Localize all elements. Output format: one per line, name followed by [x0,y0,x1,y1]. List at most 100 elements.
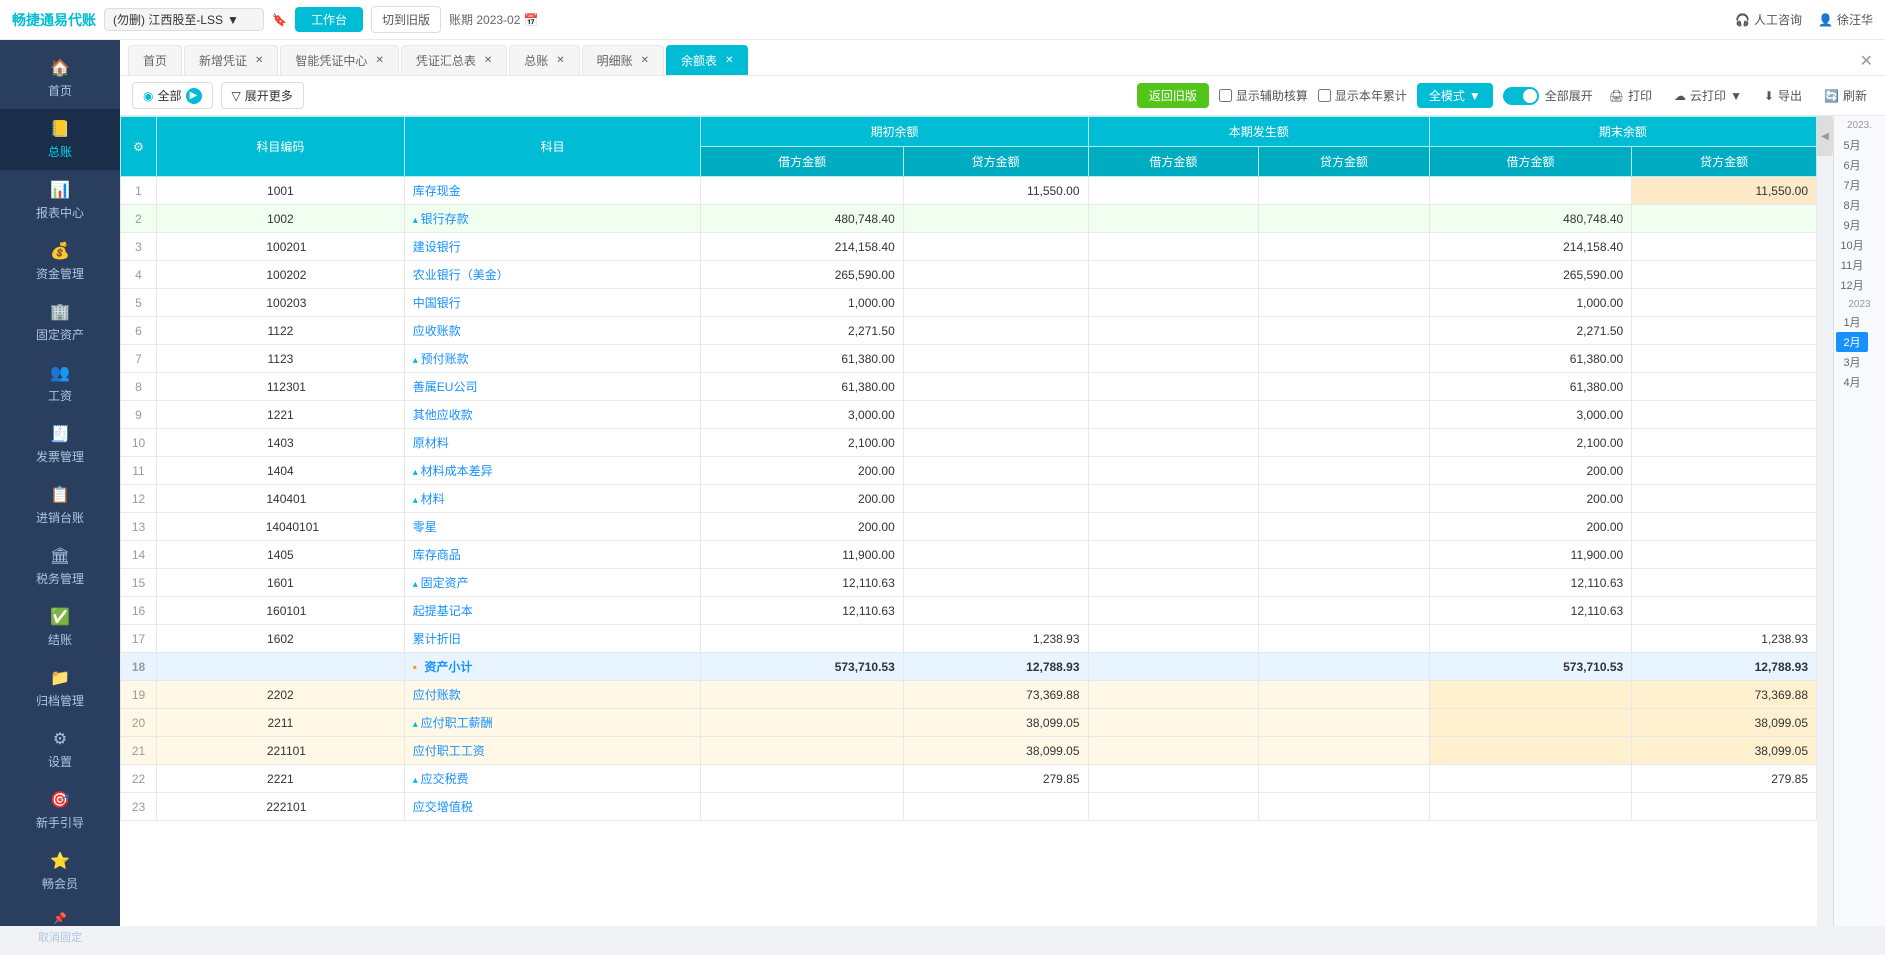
row-eb-credit [1632,289,1817,317]
month-12-prev[interactable]: 12月 [1836,275,1868,295]
row-ob-debit: 12,110.63 [701,569,903,597]
row-name: 应付职工工资 [404,737,701,765]
month-11-prev[interactable]: 11月 [1836,255,1868,275]
filter-arrow-icon: ▶ [186,88,202,104]
row-cp-credit [1259,541,1430,569]
month-6-prev[interactable]: 6月 [1836,155,1868,175]
sidebar-archive-label: 归档管理 [36,692,84,709]
full-style-button[interactable]: 全模式 ▼ [1417,83,1493,108]
bookmark-icon[interactable]: 🔖 [272,13,287,27]
month-7-prev[interactable]: 7月 [1836,175,1868,195]
sidebar-item-reports[interactable]: 📊 报表中心 [0,170,120,231]
user-label: 徐汪华 [1837,11,1873,28]
row-code: 1602 [157,625,405,653]
row-ob-credit [903,793,1088,821]
content-area: 首页 新增凭证 ✕ 智能凭证中心 ✕ 凭证汇总表 ✕ 总账 ✕ 明细账 ✕ [120,40,1885,926]
table-wrapper: ⚙ 科目编码 科目 期初余额 本期发生额 期末余额 借方金额 贷方金额 借方金额… [120,116,1817,926]
sidebar-item-tax[interactable]: 🏛 税务管理 [0,536,120,597]
eb-header: 期末余额 [1429,117,1816,147]
workbench-button[interactable]: 工作台 [295,7,363,32]
expand-button[interactable]: ▽ 展开更多 [221,82,304,109]
service-icon: 🎧 [1735,13,1750,27]
print-button[interactable]: 🖨 打印 [1603,85,1658,106]
sidebar-item-archive[interactable]: 📁 归档管理 [0,658,120,719]
row-no: 1 [121,177,157,205]
row-cp-credit [1259,793,1430,821]
filter-all-button[interactable]: ◉ 全部 ▶ [132,82,213,109]
expand-all-toggle[interactable]: 全部展开 [1503,87,1593,105]
row-eb-credit [1632,429,1817,457]
sidebar-item-home[interactable]: 🏠 首页 [0,48,120,109]
sidebar-item-member[interactable]: ⭐ 畅会员 [0,841,120,902]
tab-new-voucher[interactable]: 新增凭证 ✕ [184,45,278,75]
row-code: 1403 [157,429,405,457]
return-old-version-button[interactable]: 返回旧版 [1137,83,1209,108]
show-aux-input[interactable] [1219,89,1232,102]
row-eb-credit: 1,238.93 [1632,625,1817,653]
sidebar-item-ledger[interactable]: 📒 总账 [0,109,120,170]
sidebar-item-invoices[interactable]: 🧾 发票管理 [0,414,120,475]
month-9-prev[interactable]: 9月 [1836,215,1868,235]
user-service[interactable]: 🎧 人工咨询 [1735,11,1802,28]
tab-voucher-summary[interactable]: 凭证汇总表 ✕ [401,45,507,75]
tab-balance-sheet-close[interactable]: ✕ [725,55,733,66]
row-cp-debit [1088,653,1259,681]
cloud-print-button[interactable]: ☁ 云打印 ▼ [1668,85,1748,106]
month-10-prev[interactable]: 10月 [1836,235,1868,255]
tab-new-voucher-close[interactable]: ✕ [255,55,263,66]
row-no: 15 [121,569,157,597]
sidebar-item-closing[interactable]: ✅ 结账 [0,597,120,658]
month-5-prev[interactable]: 5月 [1836,135,1868,155]
month-2[interactable]: 2月 [1836,332,1868,352]
sidebar-item-assets[interactable]: 🏢 固定资产 [0,292,120,353]
row-ob-debit: 2,100.00 [701,429,903,457]
row-name: 建设银行 [404,233,701,261]
tab-close-all[interactable]: ✕ [1856,47,1877,75]
tab-voucher-summary-close[interactable]: ✕ [484,55,492,66]
sidebar-item-settings[interactable]: ⚙ 设置 [0,719,120,780]
month-4[interactable]: 4月 [1836,372,1868,392]
row-eb-debit: 12,110.63 [1429,569,1631,597]
refresh-button[interactable]: 🔄 刷新 [1818,85,1873,106]
sidebar-item-funds[interactable]: 💰 资金管理 [0,231,120,292]
row-name: 应交增值税 [404,793,701,821]
show-aux-checkbox[interactable]: 显示辅助核算 [1219,87,1308,104]
company-selector[interactable]: (勿删) 江西股至-LSS ▼ [104,8,264,31]
old-version-button[interactable]: 切到旧版 [371,6,441,33]
row-ob-credit [903,597,1088,625]
tab-detail-ledger-close[interactable]: ✕ [641,55,649,66]
expand-all-switch[interactable] [1503,87,1539,105]
month-1[interactable]: 1月 [1836,312,1868,332]
filter-radio-icon: ◉ [143,89,153,103]
row-eb-credit [1632,485,1817,513]
sidebar-item-unfix[interactable]: 📌 取消固定 [0,902,120,955]
row-eb-credit [1632,597,1817,625]
row-no: 9 [121,401,157,429]
month-8-prev[interactable]: 8月 [1836,195,1868,215]
tab-balance-sheet[interactable]: 余额表 ✕ [666,45,748,75]
row-ob-debit: 61,380.00 [701,345,903,373]
row-no: 6 [121,317,157,345]
tab-detail-ledger[interactable]: 明细账 ✕ [582,45,664,75]
show-ytd-checkbox[interactable]: 显示本年累计 [1318,87,1407,104]
row-ob-credit [903,373,1088,401]
user-name[interactable]: 👤 徐汪华 [1818,11,1873,28]
tab-smart-voucher[interactable]: 智能凭证中心 ✕ [280,45,398,75]
tab-general-ledger-close[interactable]: ✕ [556,55,564,66]
export-button[interactable]: ⬇ 导出 [1758,85,1808,106]
show-ytd-input[interactable] [1318,89,1331,102]
sidebar-bottom: 🎯 新手引导 ⭐ 畅会员 📌 取消固定 [0,780,120,955]
row-eb-debit: 61,380.00 [1429,373,1631,401]
row-no: 3 [121,233,157,261]
panel-toggle[interactable]: ◀ [1817,116,1833,156]
expand-all-label: 全部展开 [1545,87,1593,104]
sidebar-item-payroll[interactable]: 👥 工资 [0,353,120,414]
tab-general-ledger[interactable]: 总账 ✕ [509,45,579,75]
refresh-icon: 🔄 [1824,89,1839,103]
row-name: 起提基记本 [404,597,701,625]
tab-home[interactable]: 首页 [128,45,182,75]
tab-smart-voucher-close[interactable]: ✕ [375,55,383,66]
sidebar-item-sales[interactable]: 📋 进销台账 [0,475,120,536]
month-3[interactable]: 3月 [1836,352,1868,372]
sidebar-item-guide[interactable]: 🎯 新手引导 [0,780,120,841]
